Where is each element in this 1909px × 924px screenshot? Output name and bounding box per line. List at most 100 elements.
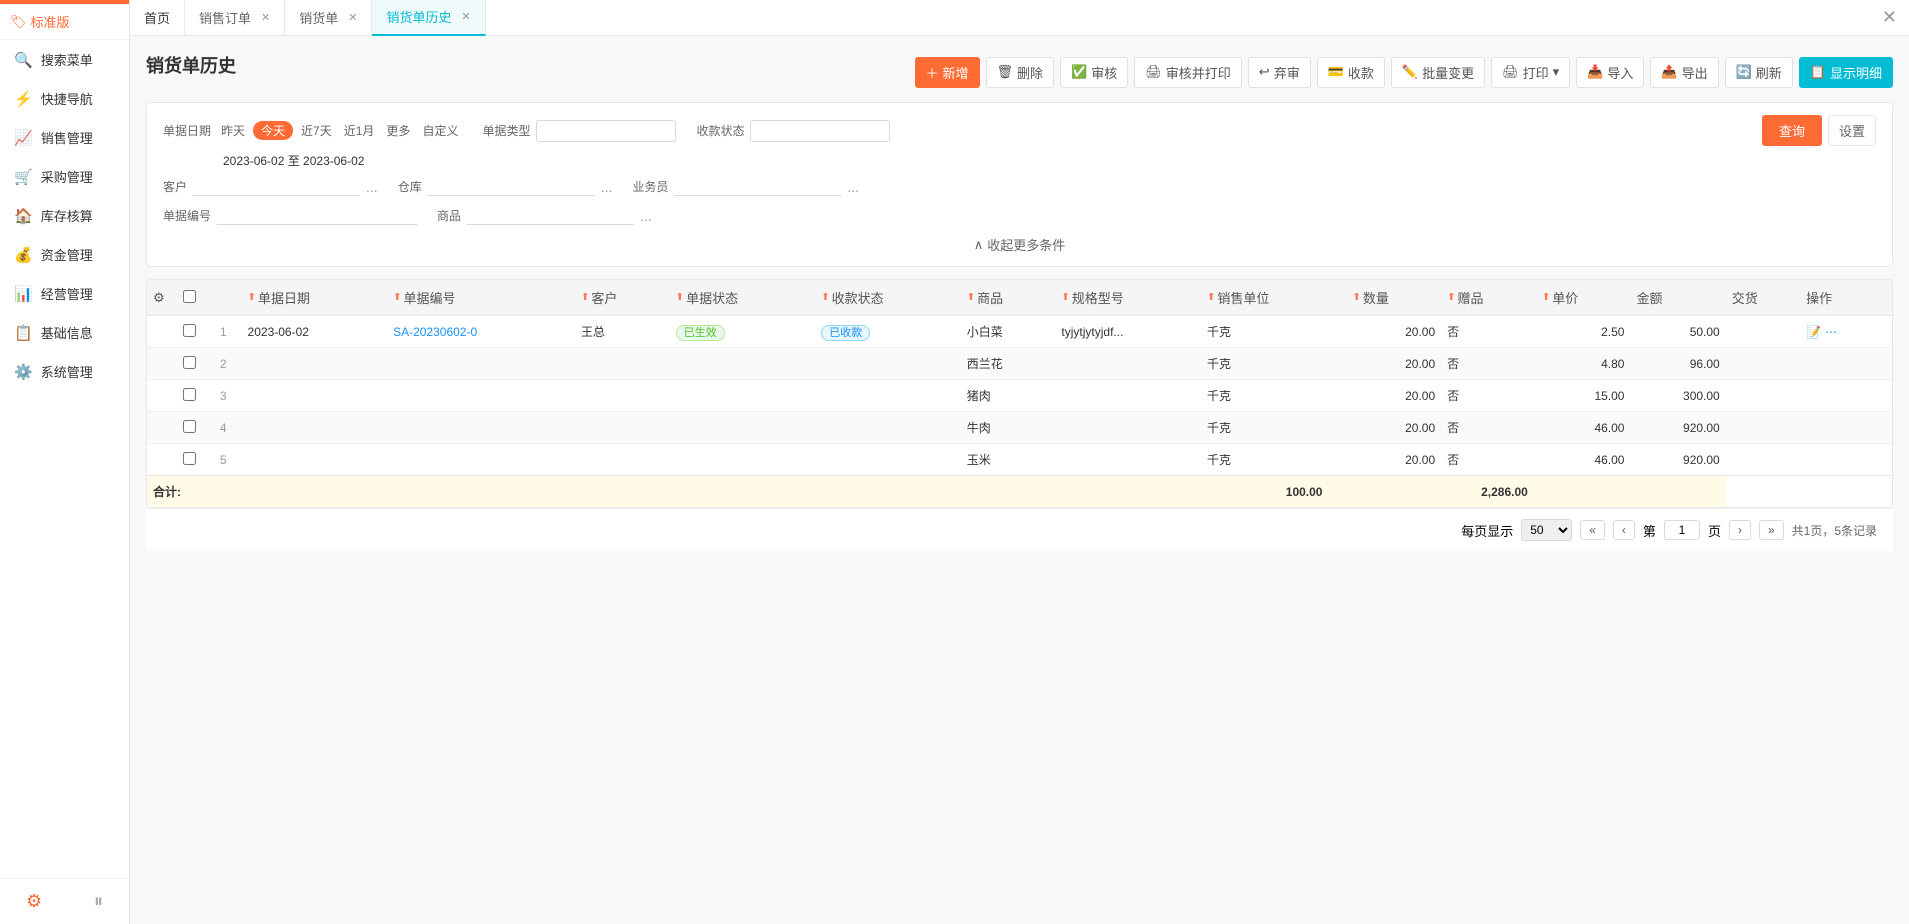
select-all-checkbox[interactable] (183, 290, 196, 303)
row-select-checkbox[interactable] (183, 388, 196, 401)
row-gift: 否 (1441, 380, 1536, 412)
refresh-button[interactable]: 🔄 刷新 (1725, 57, 1793, 88)
data-table: ⚙ ⬆单据日期 ⬆单据编号 ⬆客户 ⬆单据状态 ⬆收款状态 ⬆商品 ⬆规格型号 … (146, 279, 1893, 508)
review-label: 审核 (1091, 63, 1117, 82)
tab-sales-delivery[interactable]: 销货单 ✕ (285, 0, 372, 36)
doctype-select[interactable] (536, 120, 676, 142)
sidebar-item-search-menu[interactable]: 🔍 搜索菜单 (0, 40, 129, 79)
row-select-checkbox[interactable] (183, 356, 196, 369)
date-btn-7days[interactable]: 近7天 (297, 121, 336, 140)
query-button[interactable]: 查询 (1762, 115, 1822, 146)
tab-sales-delivery-close[interactable]: ✕ (348, 11, 357, 24)
row-checkbox[interactable] (177, 380, 205, 412)
delete-button[interactable]: 🗑 删除 (986, 57, 1055, 88)
sidebar-item-sales-mgmt[interactable]: 📈 销售管理 (0, 118, 129, 157)
row-gift: 否 (1441, 412, 1536, 444)
add-button[interactable]: ＋ 新增 (915, 57, 980, 88)
sidebar-item-purchase-mgmt[interactable]: 🛒 采购管理 (0, 157, 129, 196)
close-all-tabs-button[interactable]: ✕ (1870, 7, 1909, 28)
row-doc-no[interactable] (387, 380, 575, 412)
print-button[interactable]: 🖨 打印 ▾ (1491, 57, 1570, 88)
th-collect-status[interactable]: ⬆收款状态 (815, 280, 961, 316)
date-btn-more[interactable]: 更多 (382, 121, 414, 140)
th-qty[interactable]: ⬆数量 (1346, 280, 1441, 316)
row-doc-date (242, 380, 388, 412)
batch-change-button[interactable]: ✏️ 批量变更 (1391, 57, 1485, 88)
docno-input[interactable] (217, 206, 417, 225)
sidebar-item-sys-mgmt[interactable]: ⚙️ 系统管理 (0, 352, 129, 391)
sort-icon: ⬆ (581, 292, 589, 303)
collapse-filter-button[interactable]: ∧ 收起更多条件 (163, 235, 1876, 254)
th-customer[interactable]: ⬆客户 (575, 280, 670, 316)
customer-input[interactable] (193, 177, 360, 196)
th-unit[interactable]: ⬆销售单位 (1201, 280, 1347, 316)
th-spec[interactable]: ⬆规格型号 (1055, 280, 1201, 316)
row-select-checkbox[interactable] (183, 324, 196, 337)
customer-dots[interactable]: ... (366, 179, 378, 195)
sidebar-item-inventory[interactable]: 🏠 库存核算 (0, 196, 129, 235)
tab-sales-delivery-history[interactable]: 销货单历史 ✕ (372, 0, 485, 36)
sidebar-item-quick-nav[interactable]: ⚡ 快捷导航 (0, 79, 129, 118)
date-btn-yesterday[interactable]: 昨天 (217, 121, 249, 140)
goods-dots[interactable]: ... (640, 208, 652, 224)
table-row: 3 猪肉 千克 20.00 否 15.00 300.00 (147, 380, 1892, 412)
row-select-checkbox[interactable] (183, 420, 196, 433)
sidebar-settings-icon[interactable]: ⚙ (26, 891, 42, 912)
collect-button[interactable]: 💳 收款 (1317, 57, 1385, 88)
more-action[interactable]: ⋯ (1825, 325, 1837, 339)
row-checkbox[interactable] (177, 316, 205, 348)
filter-row-2: 客户 ... 仓库 ... 业务员 ... (163, 177, 1876, 196)
sidebar-item-label: 搜索菜单 (41, 50, 93, 69)
th-gift[interactable]: ⬆赠品 (1441, 280, 1536, 316)
prev-page-button[interactable]: ‹ (1613, 520, 1635, 540)
th-doc-no[interactable]: ⬆单据编号 (387, 280, 575, 316)
review-button[interactable]: ✅ 审核 (1060, 57, 1128, 88)
th-goods[interactable]: ⬆商品 (961, 280, 1056, 316)
row-select-checkbox[interactable] (183, 452, 196, 465)
first-page-button[interactable]: « (1580, 520, 1605, 540)
collect-status-select[interactable] (750, 120, 890, 142)
page-number-input[interactable] (1664, 520, 1700, 540)
sidebar-item-finance-mgmt[interactable]: 💰 资金管理 (0, 235, 129, 274)
sidebar-item-base-info[interactable]: 📋 基础信息 (0, 313, 129, 352)
goods-input[interactable] (467, 206, 634, 225)
settings-button[interactable]: 设置 (1828, 115, 1876, 146)
per-page-select[interactable]: 50 100 (1521, 519, 1572, 541)
tab-sales-order-close[interactable]: ✕ (261, 11, 270, 24)
warehouse-input[interactable] (428, 177, 595, 196)
logo-text: 标准版 (31, 12, 70, 31)
row-doc-no[interactable] (387, 348, 575, 380)
display-detail-button[interactable]: 📋 显示明细 (1799, 57, 1893, 88)
row-doc-no[interactable] (387, 412, 575, 444)
tab-sales-delivery-history-close[interactable]: ✕ (462, 10, 471, 23)
row-doc-no[interactable]: SA-20230602-0 (387, 316, 575, 348)
sort-icon: ⬆ (821, 292, 829, 303)
date-btn-today[interactable]: 今天 (253, 121, 293, 140)
sidebar-collapse-icon[interactable]: ⏸ (94, 891, 103, 912)
row-checkbox[interactable] (177, 348, 205, 380)
abandon-button[interactable]: ↩ 弃审 (1248, 57, 1311, 88)
salesperson-input[interactable] (674, 177, 841, 196)
date-btn-1month[interactable]: 近1月 (340, 121, 379, 140)
tab-home[interactable]: 首页 (130, 0, 185, 36)
th-doc-date[interactable]: ⬆单据日期 (242, 280, 388, 316)
th-price[interactable]: ⬆单价 (1536, 280, 1631, 316)
th-gear[interactable]: ⚙ (147, 280, 177, 316)
sidebar-item-ops-mgmt[interactable]: 📊 经营管理 (0, 274, 129, 313)
row-checkbox[interactable] (177, 412, 205, 444)
last-page-button[interactable]: » (1759, 520, 1784, 540)
tab-sales-order[interactable]: 销售订单 ✕ (185, 0, 285, 36)
review-print-button[interactable]: 🖨 审核并打印 (1134, 57, 1242, 88)
row-doc-no[interactable] (387, 444, 575, 476)
row-checkbox[interactable] (177, 444, 205, 476)
date-btn-custom[interactable]: 自定义 (418, 121, 462, 140)
import-button[interactable]: 📥 导入 (1576, 57, 1644, 88)
th-checkbox[interactable] (177, 280, 205, 316)
warehouse-dots[interactable]: ... (601, 179, 613, 195)
next-page-button[interactable]: › (1729, 520, 1751, 540)
export-button[interactable]: 📤 导出 (1650, 57, 1718, 88)
th-doc-status[interactable]: ⬆单据状态 (670, 280, 816, 316)
salesperson-dots[interactable]: ... (847, 179, 859, 195)
edit-action[interactable]: 📝 (1806, 325, 1821, 339)
sort-icon: ⬆ (248, 292, 256, 303)
